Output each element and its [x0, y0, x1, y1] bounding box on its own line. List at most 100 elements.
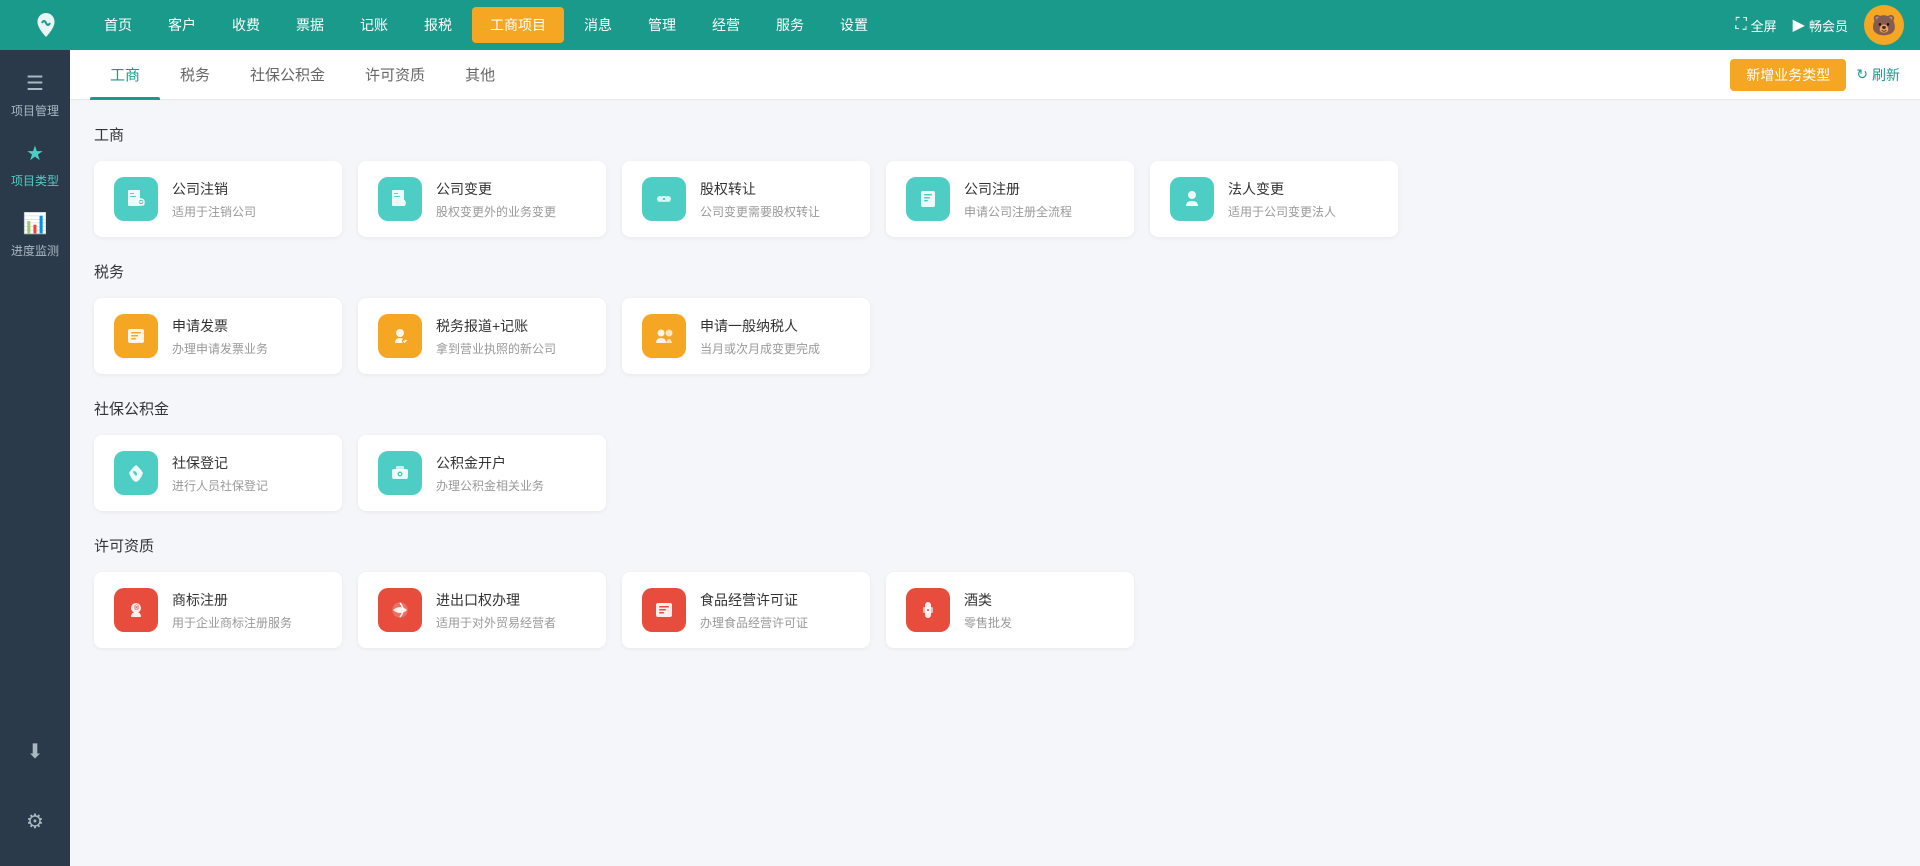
main-layout: ☰ 项目管理 ★ 项目类型 📊 进度监测 ⬇ ⚙ 工商 税务 社保公积金 许可资… [0, 50, 1920, 866]
nav-manage[interactable]: 管理 [630, 0, 694, 50]
card-icon-food-license [642, 588, 686, 632]
sidebar-label-project-manage: 项目管理 [11, 102, 59, 119]
card-text-food-license: 食品经营许可证 办理食品经营许可证 [700, 590, 808, 631]
card-icon-invoice-apply [114, 314, 158, 358]
nav-settings[interactable]: 设置 [822, 0, 886, 50]
card-equity-transfer[interactable]: 股权转让 公司变更需要股权转让 [622, 161, 870, 237]
card-title-social-insurance: 社保登记 [172, 453, 268, 473]
card-icon-liquor [906, 588, 950, 632]
card-company-register[interactable]: 公司注册 申请公司注册全流程 [886, 161, 1134, 237]
card-title-invoice-apply: 申请发票 [172, 316, 268, 336]
nav-items: 首页 客户 收费 票据 记账 报税 工商项目 消息 管理 经营 服务 设置 [86, 0, 1735, 50]
tab-other[interactable]: 其他 [445, 50, 515, 100]
nav-bookkeeping[interactable]: 记账 [342, 0, 406, 50]
card-text-company-register: 公司注册 申请公司注册全流程 [964, 179, 1072, 220]
tab-bar-actions: 新增业务类型 ↻ 刷新 [1730, 59, 1900, 91]
card-desc-general-taxpayer: 当月或次月成变更完成 [700, 340, 820, 357]
card-icon-social-insurance [114, 451, 158, 495]
nav-fees[interactable]: 收费 [214, 0, 278, 50]
card-provident-fund[interactable]: 公积金开户 办理公积金相关业务 [358, 435, 606, 511]
play-icon: ▶ [1793, 15, 1805, 35]
card-company-change[interactable]: 公司变更 股权变更外的业务变更 [358, 161, 606, 237]
nav-client[interactable]: 客户 [150, 0, 214, 50]
card-text-tax-report: 税务报道+记账 拿到营业执照的新公司 [436, 316, 556, 357]
nav-bills[interactable]: 票据 [278, 0, 342, 50]
card-desc-trademark: 用于企业商标注册服务 [172, 614, 292, 631]
card-liquor[interactable]: 酒类 零售批发 [886, 572, 1134, 648]
card-icon-legal-change [1170, 177, 1214, 221]
tab-social-fund[interactable]: 社保公积金 [230, 50, 345, 100]
card-title-tax-report: 税务报道+记账 [436, 316, 556, 336]
sidebar-bottom: ⬇ ⚙ [0, 716, 70, 866]
top-nav-right: ⛶ 全屏 ▶ 畅会员 🐻 [1735, 5, 1904, 45]
cards-grid-license: ® 商标注册 用于企业商标注册服务 进出口权办理 适用于对外贸易经营者 [94, 572, 1896, 648]
card-icon-trademark: ® [114, 588, 158, 632]
nav-service[interactable]: 服务 [758, 0, 822, 50]
nav-business[interactable]: 工商项目 [472, 7, 564, 43]
card-company-cancel[interactable]: 公司注销 适用于注销公司 [94, 161, 342, 237]
card-text-general-taxpayer: 申请一般纳税人 当月或次月成变更完成 [700, 316, 820, 357]
nav-tax-report[interactable]: 报税 [406, 0, 470, 50]
fullscreen-label: 全屏 [1751, 16, 1777, 35]
mascot-avatar[interactable]: 🐻 [1864, 5, 1904, 45]
card-desc-import-export: 适用于对外贸易经营者 [436, 614, 556, 631]
card-icon-company-register [906, 177, 950, 221]
cards-grid-business: 公司注销 适用于注销公司 公司变更 股权变更外的业务变更 [94, 161, 1896, 237]
card-text-provident-fund: 公积金开户 办理公积金相关业务 [436, 453, 544, 494]
card-trademark[interactable]: ® 商标注册 用于企业商标注册服务 [94, 572, 342, 648]
sidebar-download[interactable]: ⬇ [0, 716, 70, 786]
app-logo [16, 0, 76, 50]
section-title-license: 许可资质 [94, 535, 1896, 556]
card-desc-invoice-apply: 办理申请发票业务 [172, 340, 268, 357]
sidebar-item-project-manage[interactable]: ☰ 项目管理 [0, 60, 70, 130]
scroll-content[interactable]: 工商 公司注销 适用于注销公司 公司变更 [70, 100, 1920, 866]
card-title-general-taxpayer: 申请一般纳税人 [700, 316, 820, 336]
fullscreen-icon: ⛶ [1735, 16, 1746, 34]
card-legal-change[interactable]: 法人变更 适用于公司变更法人 [1150, 161, 1398, 237]
card-title-food-license: 食品经营许可证 [700, 590, 808, 610]
card-icon-tax-report [378, 314, 422, 358]
section-title-business: 工商 [94, 124, 1896, 145]
svg-text:®: ® [134, 604, 140, 612]
nav-operation[interactable]: 经营 [694, 0, 758, 50]
star-icon: ★ [26, 141, 44, 166]
download-icon: ⬇ [27, 739, 44, 764]
card-text-equity-transfer: 股权转让 公司变更需要股权转让 [700, 179, 820, 220]
card-text-import-export: 进出口权办理 适用于对外贸易经营者 [436, 590, 556, 631]
card-icon-company-cancel [114, 177, 158, 221]
card-desc-social-insurance: 进行人员社保登记 [172, 477, 268, 494]
new-type-button[interactable]: 新增业务类型 [1730, 59, 1846, 91]
card-desc-company-change: 股权变更外的业务变更 [436, 203, 556, 220]
sidebar-item-project-type[interactable]: ★ 项目类型 [0, 130, 70, 200]
card-text-company-cancel: 公司注销 适用于注销公司 [172, 179, 256, 220]
card-import-export[interactable]: 进出口权办理 适用于对外贸易经营者 [358, 572, 606, 648]
sidebar-help[interactable]: ⚙ [0, 786, 70, 856]
refresh-icon: ↻ [1856, 66, 1868, 83]
chart-icon: 📊 [23, 211, 48, 236]
tab-tax[interactable]: 税务 [160, 50, 230, 100]
card-title-equity-transfer: 股权转让 [700, 179, 820, 199]
card-invoice-apply[interactable]: 申请发票 办理申请发票业务 [94, 298, 342, 374]
refresh-button[interactable]: ↻ 刷新 [1856, 65, 1900, 85]
tab-license[interactable]: 许可资质 [345, 50, 445, 100]
card-tax-report[interactable]: 税务报道+记账 拿到营业执照的新公司 [358, 298, 606, 374]
card-icon-equity-transfer [642, 177, 686, 221]
card-food-license[interactable]: 食品经营许可证 办理食品经营许可证 [622, 572, 870, 648]
card-social-insurance[interactable]: 社保登记 进行人员社保登记 [94, 435, 342, 511]
card-title-company-change: 公司变更 [436, 179, 556, 199]
tab-bar: 工商 税务 社保公积金 许可资质 其他 新增业务类型 ↻ 刷新 [70, 50, 1920, 100]
tab-business[interactable]: 工商 [90, 50, 160, 100]
fullscreen-button[interactable]: ⛶ 全屏 [1735, 16, 1776, 35]
card-title-company-register: 公司注册 [964, 179, 1072, 199]
card-desc-equity-transfer: 公司变更需要股权转让 [700, 203, 820, 220]
sidebar-item-progress[interactable]: 📊 进度监测 [0, 200, 70, 270]
nav-message[interactable]: 消息 [566, 0, 630, 50]
card-title-import-export: 进出口权办理 [436, 590, 556, 610]
member-button[interactable]: ▶ 畅会员 [1793, 15, 1848, 35]
help-icon: ⚙ [26, 809, 44, 834]
card-title-legal-change: 法人变更 [1228, 179, 1336, 199]
card-general-taxpayer[interactable]: 申请一般纳税人 当月或次月成变更完成 [622, 298, 870, 374]
card-desc-provident-fund: 办理公积金相关业务 [436, 477, 544, 494]
card-desc-liquor: 零售批发 [964, 614, 1012, 631]
nav-home[interactable]: 首页 [86, 0, 150, 50]
